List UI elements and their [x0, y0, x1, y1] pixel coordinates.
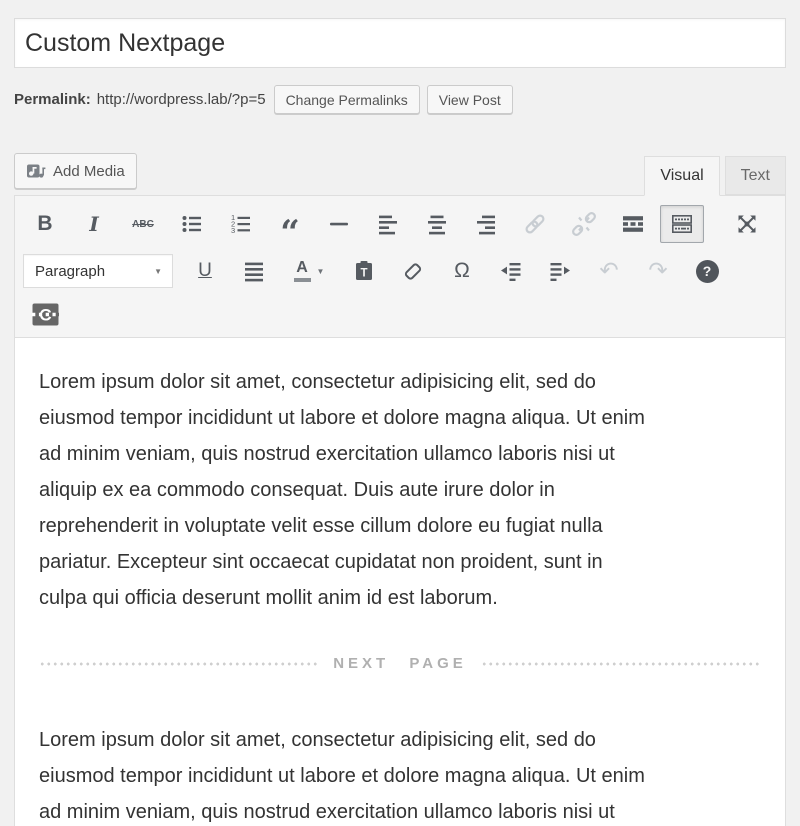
align-center-icon	[425, 212, 449, 236]
chevron-down-icon: ▼	[154, 267, 162, 276]
page-break-dots-left	[39, 662, 319, 666]
align-left-button[interactable]	[366, 205, 410, 243]
align-justify-button[interactable]	[232, 252, 276, 290]
editor-mode-tabs: Visual Text	[644, 156, 786, 195]
more-tag-icon	[621, 212, 645, 236]
redo-icon: ↷	[648, 260, 667, 283]
indent-icon	[548, 259, 572, 283]
omega-icon: Ω	[454, 259, 470, 283]
fullscreen-button[interactable]	[725, 205, 769, 243]
clear-formatting-button[interactable]	[391, 252, 435, 290]
insert-more-tag-button[interactable]	[611, 205, 655, 243]
paragraph-format-value: Paragraph	[35, 263, 105, 280]
decrease-indent-button[interactable]	[489, 252, 533, 290]
editor-paragraph-2: Lorem ipsum dolor sit amet, consectetur …	[39, 722, 761, 826]
undo-button[interactable]: ↶	[587, 252, 631, 290]
page-break-divider: NEXT PAGE	[39, 654, 761, 674]
unlink-icon	[572, 212, 596, 236]
editor-header: Add Media Visual Text	[14, 153, 786, 195]
horizontal-rule-button[interactable]	[317, 205, 361, 243]
numbered-list-icon: 1 2 3	[229, 212, 253, 236]
align-justify-icon	[242, 259, 266, 283]
tab-text[interactable]: Text	[725, 156, 786, 195]
text-color-icon: A	[294, 260, 311, 282]
change-permalinks-button[interactable]: Change Permalinks	[274, 85, 420, 114]
horizontal-rule-icon	[327, 212, 351, 236]
align-right-icon	[474, 212, 498, 236]
view-post-button[interactable]: View Post	[427, 85, 513, 114]
bulleted-list-button[interactable]	[170, 205, 214, 243]
redo-button[interactable]: ↷	[636, 252, 680, 290]
bold-button[interactable]: B	[23, 205, 67, 243]
toolbar-row-2: Paragraph ▼ U A	[23, 247, 777, 295]
help-button[interactable]: ?	[685, 252, 729, 290]
align-center-button[interactable]	[415, 205, 459, 243]
increase-indent-button[interactable]	[538, 252, 582, 290]
italic-icon: I	[89, 212, 98, 236]
underline-button[interactable]: U	[183, 252, 227, 290]
editor-panel: B I ABC 1 2 3	[14, 195, 786, 826]
blockquote-button[interactable]: “	[268, 205, 312, 243]
chevron-down-icon: ▼	[317, 267, 325, 276]
underline-icon: U	[198, 260, 212, 282]
permalink-url: http://wordpress.lab/?p=5	[97, 91, 266, 108]
paste-as-text-icon: T	[352, 259, 376, 283]
align-right-button[interactable]	[464, 205, 508, 243]
media-icon	[26, 161, 46, 181]
strikethrough-icon: ABC	[132, 219, 154, 230]
tab-visual[interactable]: Visual	[644, 156, 719, 196]
svg-text:T: T	[360, 268, 367, 280]
permalink-label: Permalink:	[14, 91, 91, 108]
permalink-row: Permalink: http://wordpress.lab/?p=5 Cha…	[14, 84, 786, 115]
remove-link-button[interactable]	[562, 205, 606, 243]
add-media-button[interactable]: Add Media	[14, 153, 137, 189]
insert-link-button[interactable]	[513, 205, 557, 243]
add-media-label: Add Media	[53, 163, 125, 180]
numbered-list-button[interactable]: 1 2 3	[219, 205, 263, 243]
paragraph-format-select[interactable]: Paragraph ▼	[23, 254, 173, 288]
align-left-icon	[376, 212, 400, 236]
editor-content-area[interactable]: Lorem ipsum dolor sit amet, consectetur …	[15, 338, 785, 826]
wordpress-post-editor: Permalink: http://wordpress.lab/?p=5 Cha…	[0, 0, 800, 826]
nextpage-icon: C	[32, 301, 59, 328]
toolbar-row-1: B I ABC 1 2 3	[23, 201, 777, 247]
toolbar-row-3: C	[23, 295, 777, 333]
undo-icon: ↶	[599, 260, 618, 283]
fullscreen-icon	[735, 212, 759, 236]
help-icon: ?	[696, 260, 719, 283]
post-title-input[interactable]	[14, 18, 786, 68]
link-icon	[523, 212, 547, 236]
toolbar-toggle-icon	[670, 212, 694, 236]
page-break-label: NEXT PAGE	[333, 654, 467, 674]
custom-nextpage-button[interactable]: C	[23, 295, 67, 333]
svg-text:3: 3	[231, 226, 235, 235]
editor-paragraph-1: Lorem ipsum dolor sit amet, consectetur …	[39, 364, 761, 616]
page-break-dots-right	[481, 662, 761, 666]
toolbar-toggle-button[interactable]	[660, 205, 704, 243]
italic-button[interactable]: I	[72, 205, 116, 243]
outdent-icon	[499, 259, 523, 283]
special-character-button[interactable]: Ω	[440, 252, 484, 290]
paste-as-text-button[interactable]: T	[342, 252, 386, 290]
bulleted-list-icon	[180, 212, 204, 236]
bold-icon: B	[37, 212, 52, 236]
text-color-button[interactable]: A ▼	[281, 252, 337, 290]
strikethrough-button[interactable]: ABC	[121, 205, 165, 243]
eraser-icon	[401, 259, 425, 283]
editor-toolbar: B I ABC 1 2 3	[15, 196, 785, 338]
